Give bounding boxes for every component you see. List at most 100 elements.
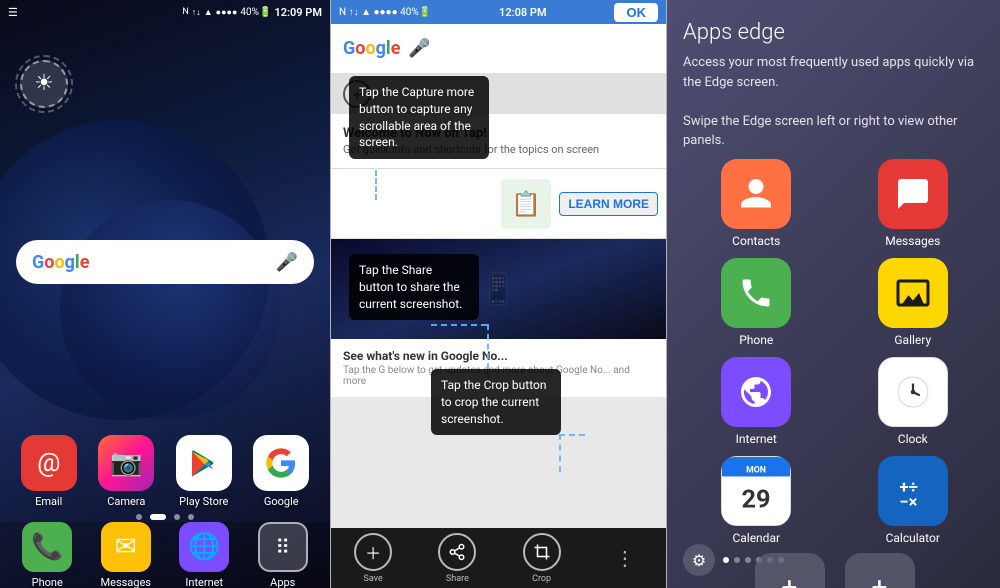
more-options-button[interactable]: ⋮ (607, 546, 643, 570)
playstore-label: Play Store (179, 495, 228, 508)
edge-phone-icon (721, 258, 791, 328)
app-email[interactable]: @ Email (16, 435, 82, 508)
calendar-icon: MON 29 (721, 456, 791, 526)
home-screen-panel: ☰ N ↑↓ ▲ ●●●● 40%🔋 12:09 PM ☀ Google 🎤 @… (0, 0, 330, 588)
dock-internet[interactable]: 🌐 Internet (165, 522, 244, 588)
email-icon: @ (21, 435, 77, 491)
callout1-line (375, 170, 377, 200)
signal-bars: ●●●● (216, 7, 238, 18)
p2-google-logo: Google (343, 38, 400, 59)
voice-search-icon[interactable]: 🎤 (276, 252, 298, 273)
google-search-bar[interactable]: Google 🎤 (16, 240, 314, 284)
screenshot-action-bar: ＋ Save Share Crop ⋮ (331, 528, 666, 588)
messages-label: Messages (101, 576, 151, 588)
share-action[interactable]: Share (438, 533, 476, 584)
edge-app-clock[interactable]: Clock (840, 357, 987, 446)
see-whats-title: See what's new in Google No... (343, 349, 654, 363)
dock-messages[interactable]: ✉ Messages (87, 522, 166, 588)
page-dot-3 (174, 514, 180, 520)
time-display: 12:09 PM (274, 6, 322, 19)
add-app-button-1[interactable]: + (755, 553, 825, 588)
callout-capture: Tap the Capture more button to capture a… (349, 76, 489, 159)
learn-more-row: 📋 LEARN MORE (331, 169, 666, 239)
playstore-icon (176, 435, 232, 491)
edge-app-internet[interactable]: Internet (683, 357, 830, 446)
app-google[interactable]: Google (249, 435, 315, 508)
edge-app-gallery[interactable]: Gallery (840, 258, 987, 347)
internet-label: Internet (185, 576, 223, 588)
apps-edge-title: Apps edge (683, 20, 986, 45)
internet-icon: 🌐 (179, 522, 229, 572)
callout-crop-text: Tap the Crop button to crop the current … (441, 378, 547, 426)
edge-app-messages[interactable]: Messages (840, 159, 987, 248)
apps-edge-grid: Contacts Messages Phone (683, 159, 986, 545)
screenshot-tutorial-panel: N ↑↓ ▲ ●●●● 40%🔋 12:08 PM OK Google 🎤 + … (331, 0, 666, 588)
contacts-label: Contacts (732, 234, 780, 248)
wifi-icon: ▲ (204, 7, 213, 18)
bottom-dock: 📞 Phone ✉ Messages 🌐 Internet ⠿ Apps (0, 522, 330, 588)
messages-icon: ✉ (101, 522, 151, 572)
app-camera[interactable]: 📷 Camera (94, 435, 160, 508)
edge-app-calendar[interactable]: MON 29 Calendar (683, 456, 830, 545)
calculator-icon: +÷ −× (878, 456, 948, 526)
svg-text:MON: MON (746, 465, 766, 475)
capture-more-button[interactable]: ☀ (20, 60, 68, 108)
add-app-button-2[interactable]: + (845, 553, 915, 588)
edge-internet-icon (721, 357, 791, 427)
apps-edge-description: Access your most frequently used apps qu… (683, 53, 986, 151)
dock-apps[interactable]: ⠿ Apps (244, 522, 323, 588)
camera-icon: 📷 (98, 435, 154, 491)
callout3-line-v (559, 434, 561, 472)
contacts-icon (721, 159, 791, 229)
svg-text:29: 29 (742, 485, 771, 514)
callout2-line-h (431, 324, 487, 326)
edge-app-calculator[interactable]: +÷ −× Calculator (840, 456, 987, 545)
save-label: Save (364, 574, 383, 584)
save-icon: ＋ (354, 533, 392, 571)
p2-main-content: + Welcome to Now on Tap! Get quick info … (331, 74, 666, 528)
share-icon (438, 533, 476, 571)
callout-share: Tap the Share button to share the curren… (349, 254, 479, 320)
page-dot-1 (136, 514, 142, 520)
p2-google-bar[interactable]: Google 🎤 (331, 24, 666, 74)
apps-edge-panel: Apps edge Access your most frequently us… (667, 0, 1000, 588)
add-apps-row: + + (683, 553, 986, 588)
phone-icon: 📞 (22, 522, 72, 572)
ok-button[interactable]: OK (614, 3, 658, 22)
page-indicator (0, 514, 330, 520)
save-action[interactable]: ＋ Save (354, 533, 392, 584)
p2-time: 12:08 PM (499, 6, 547, 19)
camera-label: Camera (107, 495, 145, 508)
page-dot-home (150, 514, 166, 520)
google-logo: Google (32, 252, 89, 273)
gallery-label: Gallery (894, 333, 931, 347)
apps-label: Apps (270, 576, 295, 588)
callout-capture-text: Tap the Capture more button to capture a… (359, 85, 474, 149)
network-icon: N (182, 7, 188, 17)
phone-label: Phone (32, 576, 63, 588)
app-playstore[interactable]: Play Store (171, 435, 237, 508)
apps-icon: ⠿ (258, 522, 308, 572)
page-dot-4 (188, 514, 194, 520)
dock-phone[interactable]: 📞 Phone (8, 522, 87, 588)
app-grid: @ Email 📷 Camera Play Store Google (0, 435, 330, 508)
gallery-icon (878, 258, 948, 328)
edge-messages-icon (878, 159, 948, 229)
clock-icon (878, 357, 948, 427)
edge-app-phone[interactable]: Phone (683, 258, 830, 347)
share-label: Share (446, 574, 469, 584)
crop-label: Crop (532, 574, 551, 584)
edge-app-contacts[interactable]: Contacts (683, 159, 830, 248)
callout-share-text: Tap the Share button to share the curren… (359, 263, 462, 311)
p2-status-bar: N ↑↓ ▲ ●●●● 40%🔋 12:08 PM OK (331, 0, 666, 24)
edge-phone-label: Phone (739, 333, 773, 347)
calculator-label: Calculator (886, 531, 940, 545)
p2-mic-icon[interactable]: 🎤 (408, 38, 430, 59)
learn-more-button[interactable]: LEARN MORE (559, 192, 658, 216)
apps-edge-content: Apps edge Access your most frequently us… (667, 0, 1000, 588)
google-label: Google (264, 495, 299, 508)
callout-crop: Tap the Crop button to crop the current … (431, 369, 561, 435)
edge-internet-label: Internet (736, 432, 777, 446)
signal-icon: ↑↓ (192, 7, 201, 18)
crop-action[interactable]: Crop (523, 533, 561, 584)
